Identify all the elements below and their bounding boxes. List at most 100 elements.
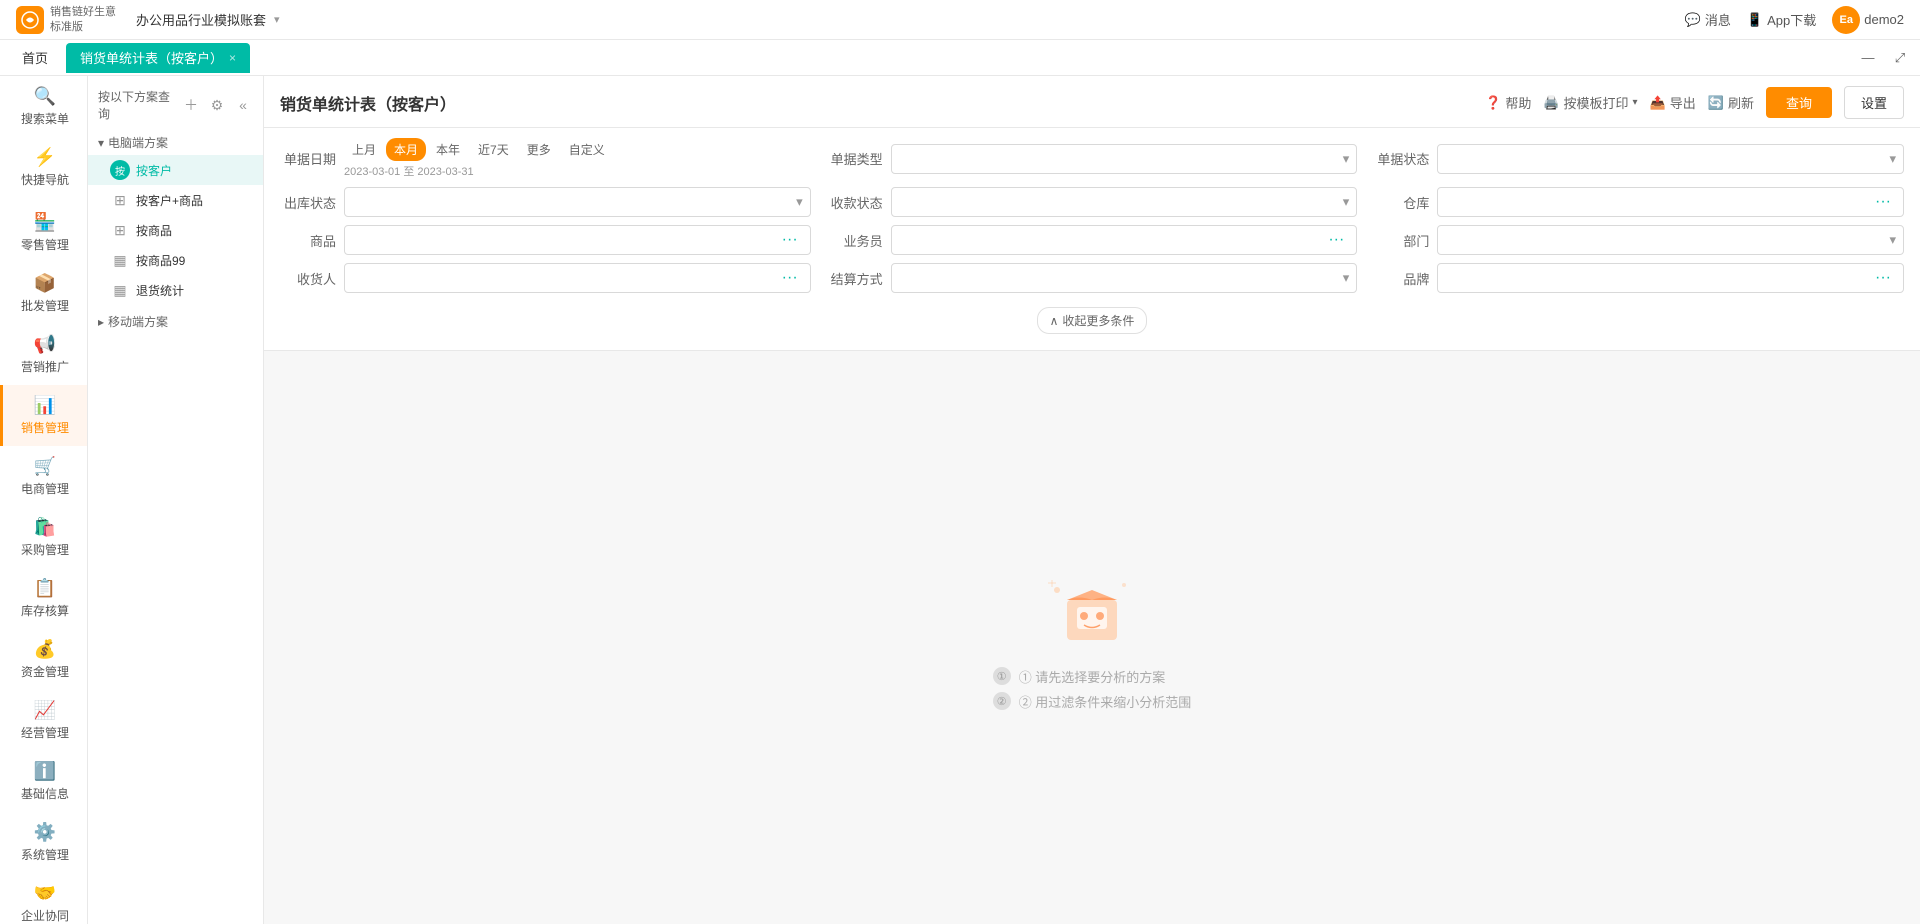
collapse-conditions-button[interactable]: ∧ 收起更多条件 [1037, 307, 1148, 334]
department-filter-cell: 部门 [1373, 225, 1904, 255]
settlement-select-wrapper [891, 263, 1358, 293]
collapse-panel-button[interactable]: « [233, 95, 253, 115]
sidebar-item-basic-info[interactable]: ℹ️ 基础信息 [0, 751, 87, 812]
warehouse-filter-cell: 仓库 ··· [1373, 187, 1904, 217]
goods-99-label: 按商品99 [136, 252, 185, 269]
receiver-dots-button[interactable]: ··· [778, 269, 802, 287]
scheme-item-by-goods[interactable]: ⊞ 按商品 [88, 215, 263, 245]
brand-input[interactable] [1446, 271, 1871, 286]
app-download-button[interactable]: 📱 App下载 [1747, 10, 1816, 29]
warehouse-input[interactable] [1446, 195, 1871, 210]
tab-minimize-button[interactable]: — [1856, 46, 1880, 70]
salesperson-dots-button[interactable]: ··· [1324, 231, 1348, 249]
sidebar-item-retail[interactable]: 🏪 零售管理 [0, 202, 87, 263]
sidebar-item-ecommerce[interactable]: 🛒 电商管理 [0, 446, 87, 507]
department-select[interactable] [1437, 225, 1904, 255]
sidebar-item-finance[interactable]: 💰 资金管理 [0, 629, 87, 690]
scheme-item-customer-goods[interactable]: ⊞ 按客户+商品 [88, 185, 263, 215]
tab-home[interactable]: 首页 [8, 43, 62, 73]
goods-dots-button[interactable]: ··· [778, 231, 802, 249]
tab-bar: 首页 销货单统计表（按客户） × — ⤢ [0, 40, 1920, 76]
date-tab-custom[interactable]: 自定义 [561, 138, 613, 161]
sidebar-item-purchase[interactable]: 🛍️ 采购管理 [0, 507, 87, 568]
print-button[interactable]: 🖨️ 按模板打印 ▾ [1543, 93, 1637, 112]
basic-info-icon: ℹ️ [34, 761, 56, 782]
expand-arrow-icon: ▾ [98, 136, 104, 150]
page-actions: ❓ 帮助 🖨️ 按模板打印 ▾ 📤 导出 🔄 刷新 [1485, 86, 1904, 119]
sidebar-item-quick-nav[interactable]: ⚡ 快捷导航 [0, 137, 87, 198]
warehouse-label: 仓库 [1373, 193, 1429, 212]
department-label: 部门 [1373, 231, 1429, 250]
goods-input[interactable] [353, 233, 778, 248]
scheme-item-return-stats[interactable]: ▦ 退货统计 [88, 275, 263, 305]
brand-filter-cell: 品牌 ··· [1373, 263, 1904, 293]
refresh-icon: 🔄 [1708, 95, 1724, 111]
sidebar-item-sales[interactable]: 📊 销售管理 [0, 385, 87, 446]
order-status-select-wrapper [1437, 144, 1904, 174]
collapse-up-icon: ∧ [1050, 314, 1059, 328]
settings-button[interactable]: 设置 [1844, 86, 1904, 119]
empty-state: ① ① 请先选择要分析的方案 ② ② 用过滤条件来缩小分析范围 [993, 565, 1192, 711]
sidebar-item-marketing[interactable]: 📢 营销推广 [0, 324, 87, 385]
warehouse-dots-button[interactable]: ··· [1871, 193, 1895, 211]
order-status-select[interactable] [1437, 144, 1904, 174]
help-button[interactable]: ❓ 帮助 [1485, 93, 1531, 112]
out-status-select[interactable] [344, 187, 811, 217]
settlement-select[interactable] [891, 263, 1358, 293]
inventory-icon: 📋 [34, 578, 56, 599]
mobile-group-header[interactable]: ▸ 移动端方案 [88, 309, 263, 334]
export-button[interactable]: 📤 导出 [1650, 93, 1696, 112]
scheme-settings-button[interactable]: ⚙ [207, 95, 227, 115]
sidebar-item-wholesale[interactable]: 📦 批发管理 [0, 263, 87, 324]
subtitle-dropdown-arrow[interactable]: ▾ [274, 13, 280, 26]
brand-input-wrapper: ··· [1437, 263, 1904, 293]
filter-row-1: 单据日期 上月 本月 本年 近7天 更多 自定义 [280, 138, 1904, 179]
salesperson-input[interactable] [900, 233, 1325, 248]
tab-sales-stats[interactable]: 销货单统计表（按客户） × [66, 43, 250, 73]
mobile-expand-arrow-icon: ▸ [98, 315, 104, 329]
sidebar-item-search[interactable]: 🔍 搜索菜单 [0, 76, 87, 137]
date-control: 上月 本月 本年 近7天 更多 自定义 2023-03-01 至 2023-03… [344, 138, 811, 179]
brand-dots-button[interactable]: ··· [1871, 269, 1895, 287]
query-button[interactable]: 查询 [1766, 87, 1832, 118]
salesperson-input-wrapper: ··· [891, 225, 1358, 255]
sidebar-item-operations[interactable]: 📈 经营管理 [0, 690, 87, 751]
print-dropdown-icon: ▾ [1633, 97, 1638, 108]
message-button[interactable]: 💬 消息 [1685, 10, 1731, 29]
empty-step-2: ② ② 用过滤条件来缩小分析范围 [993, 692, 1192, 711]
mobile-scheme-group: ▸ 移动端方案 [88, 309, 263, 334]
date-tab-this-year[interactable]: 本年 [428, 138, 468, 161]
header-icons: ＋ ⚙ « [181, 95, 253, 115]
quick-nav-icon: ⚡ [34, 147, 56, 168]
user-avatar-button[interactable]: Ea demo2 [1832, 6, 1904, 34]
filter-row-2: 出库状态 收款状态 仓库 [280, 187, 1904, 217]
mobile-group-label: 移动端方案 [108, 313, 168, 330]
date-tab-this-month[interactable]: 本月 [386, 138, 426, 161]
tab-actions: — ⤢ [1856, 46, 1912, 70]
filter-row-4: 收货人 ··· 结算方式 品牌 [280, 263, 1904, 293]
scheme-query-label: 按以下方案查询 [98, 88, 181, 122]
scheme-item-by-customer[interactable]: 按 按客户 [88, 155, 263, 185]
desktop-group-header[interactable]: ▾ 电脑端方案 [88, 130, 263, 155]
desktop-group-label: 电脑端方案 [108, 134, 168, 151]
date-tab-last-month[interactable]: 上月 [344, 138, 384, 161]
tab-maximize-button[interactable]: ⤢ [1888, 46, 1912, 70]
receiver-input-wrapper: ··· [344, 263, 811, 293]
scheme-item-goods-99[interactable]: ▦ 按商品99 [88, 245, 263, 275]
date-tab-more[interactable]: 更多 [519, 138, 559, 161]
tab-close-icon[interactable]: × [229, 52, 236, 64]
message-icon: 💬 [1685, 12, 1701, 28]
marketing-icon: 📢 [34, 334, 56, 355]
receipt-status-select[interactable] [891, 187, 1358, 217]
add-scheme-button[interactable]: ＋ [181, 95, 201, 115]
step-2-num: ② [993, 692, 1011, 710]
order-type-select[interactable] [891, 144, 1358, 174]
date-tab-7days[interactable]: 近7天 [470, 138, 517, 161]
step-1-num: ① [993, 667, 1011, 685]
goods-input-wrapper: ··· [344, 225, 811, 255]
sidebar-item-system[interactable]: ⚙️ 系统管理 [0, 812, 87, 873]
sidebar-item-collaboration[interactable]: 🤝 企业协同 [0, 873, 87, 924]
refresh-button[interactable]: 🔄 刷新 [1708, 93, 1754, 112]
receiver-input[interactable] [353, 271, 778, 286]
sidebar-item-inventory[interactable]: 📋 库存核算 [0, 568, 87, 629]
